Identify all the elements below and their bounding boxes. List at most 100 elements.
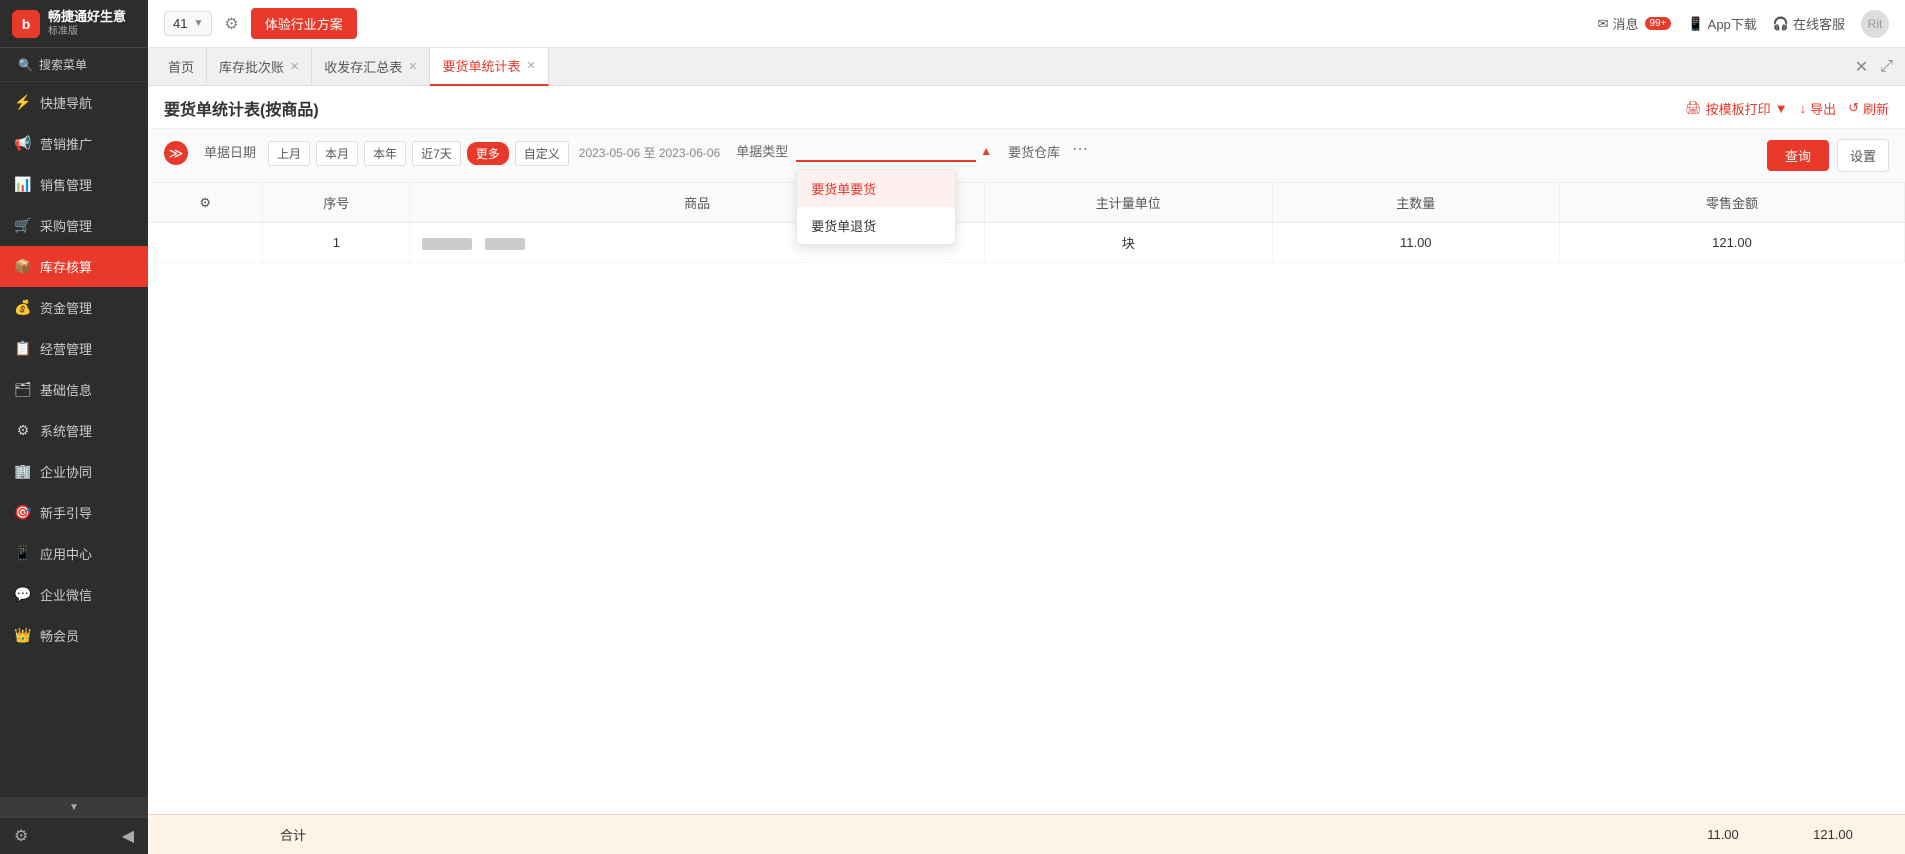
sidebar-item-quick-nav[interactable]: ⚡快捷导航 [0,82,148,123]
page-content: 要货单统计表(按商品) 🖨 按模板打印 ▼ ↓ 导出 ↺ 刷新 ≫ [148,86,1905,854]
table-wrapper: ⚙ 序号 商品 主计量单位 主数量 零售金额 1 块 11.00 121.00 [148,183,1905,814]
service-icon: 🎧 [1773,16,1789,32]
sidebar-item-wechat[interactable]: 💬企业微信 [0,574,148,615]
more-dates-button[interactable]: 更多 [467,142,509,165]
tab-label: 要货单统计表 [442,56,520,75]
tabs-controls: ✕ ⤢ [1851,53,1905,81]
user-avatar[interactable]: Rit [1861,10,1889,38]
table-row: 1 块 11.00 121.00 [148,223,1905,263]
expand-filter-button[interactable]: ≫ [164,141,188,165]
search-menu[interactable]: 🔍 搜索菜单 [0,48,148,82]
sidebar: b 畅捷通好生意 标准版 🔍 搜索菜单 ⚡快捷导航📢营销推广📊销售管理🛒采购管理… [0,0,148,854]
header-right: ✉ 消息 99+ 📱 App下载 🎧 在线客服 Rit [1598,10,1889,38]
settings-icon[interactable]: ⚙ [14,826,28,846]
sidebar-item-finance[interactable]: 💰 资金管理 [0,287,148,328]
sidebar-item-operations[interactable]: 📋 经营管理 [0,328,148,369]
footer-total-label: 合计 [280,828,306,843]
app-subtitle: 标准版 [48,25,126,38]
filter-settings-button[interactable]: 设置 [1837,139,1889,172]
tab-label: 库存批次账 [219,57,284,76]
sidebar-item-label: 营销推广 [40,134,92,153]
collapse-icon[interactable]: ◀ [122,826,134,846]
custom-date-button[interactable]: 自定义 [515,141,569,166]
tab-inventory-batch[interactable]: 库存批次账 ✕ [207,48,312,86]
chevron-down-icon: ▼ [193,18,203,29]
sidebar-item-label: 基础信息 [40,380,92,399]
sidebar-nav: ⚡快捷导航 📢 营销推广 📊销售管理🛒采购管理📦库存核算 💰 资金管理 📋 经营管理 🗂基础信息… [0,82,148,797]
export-icon: ↓ [1800,101,1807,116]
finance-icon: 💰 [14,299,32,317]
dropdown-option-order-return[interactable]: 要货单退货 [797,207,955,244]
quick-nav-icon: ⚡ [14,94,32,112]
sidebar-item-label: 销售管理 [40,175,92,194]
sidebar-item-label: 资金管理 [40,298,92,317]
query-button[interactable]: 查询 [1767,140,1829,171]
chevron-down-icon: ▼ [1775,101,1788,116]
header-settings-icon[interactable]: ⚙ [224,14,238,34]
sidebar-item-label: 采购管理 [40,216,92,235]
type-filter-wrapper: 单据类型 ▲ 要货单要货要货单退货 [736,139,992,162]
refresh-button[interactable]: ↺ 刷新 [1848,99,1889,118]
app-title: 畅捷通好生意 [48,9,126,26]
tab-close-button[interactable]: ✕ [527,59,536,72]
type-select-input[interactable] [796,139,976,162]
sidebar-bottom: ⚙ ◀ [0,817,148,854]
type-filter-select: ▲ [796,139,992,162]
tab-receivable-summary[interactable]: 收发存汇总表 ✕ [312,48,430,86]
enterprise-icon: 🏢 [14,463,32,481]
this-month-button[interactable]: 本月 [316,141,358,166]
row-settings[interactable] [148,223,263,263]
sidebar-item-label: 新手引导 [40,503,92,522]
sidebar-item-label: 经营管理 [40,339,92,358]
sidebar-item-system[interactable]: ⚙系统管理 [0,410,148,451]
col-qty-header: 主数量 [1272,183,1559,223]
sidebar-item-sales[interactable]: 📊销售管理 [0,164,148,205]
date-filter-label: 单据日期 [204,139,256,167]
messages-badge: 99+ [1645,17,1672,30]
messages-button[interactable]: ✉ 消息 99+ [1598,14,1672,33]
last-month-button[interactable]: 上月 [268,141,310,166]
tab-close-button[interactable]: ✕ [290,60,299,73]
tab-label: 收发存汇总表 [324,57,402,76]
table-header-row: ⚙ 序号 商品 主计量单位 主数量 零售金额 [148,183,1905,223]
sidebar-item-guide[interactable]: 🎯新手引导 [0,492,148,533]
company-selector[interactable]: 41 ▼ [164,11,212,36]
warehouse-more-icon[interactable]: ⋯ [1072,139,1088,159]
sidebar-item-marketing[interactable]: 📢 营销推广 [0,123,148,164]
last-7days-button[interactable]: 近7天 [412,141,461,166]
close-all-tabs-button[interactable]: ✕ [1851,53,1872,81]
type-filter-label: 单据类型 [736,141,788,160]
marketing-icon: 📢 [14,135,32,153]
date-options: 上月 本月 本年 近7天 更多 自定义 2023-05-06 至 2023-06… [268,139,720,167]
sidebar-item-enterprise[interactable]: 🏢企业协同 [0,451,148,492]
print-template-button[interactable]: 🖨 按模板打印 ▼ [1685,99,1787,118]
wechat-icon: 💬 [14,586,32,604]
export-button[interactable]: ↓ 导出 [1800,99,1837,118]
sidebar-item-member[interactable]: 👑畅会员 [0,615,148,656]
type-select-arrow-up[interactable]: ▲ [980,144,992,158]
sidebar-item-base[interactable]: 🗂基础信息 [0,369,148,410]
this-year-button[interactable]: 本年 [364,141,406,166]
tab-order-stats[interactable]: 要货单统计表 ✕ [430,48,548,86]
search-menu-label: 搜索菜单 [39,56,87,73]
operations-icon: 📋 [14,340,32,358]
tab-home[interactable]: 首页 [156,48,207,86]
search-icon: 🔍 [18,58,33,72]
expand-window-button[interactable]: ⤢ [1876,54,1897,80]
sidebar-item-purchase[interactable]: 🛒采购管理 [0,205,148,246]
page-header: 要货单统计表(按商品) 🖨 按模板打印 ▼ ↓ 导出 ↺ 刷新 [148,86,1905,129]
inventory-icon: 📦 [14,258,32,276]
company-count: 41 [173,16,187,31]
app-logo-text: 畅捷通好生意 标准版 [48,9,126,39]
trial-button[interactable]: 体验行业方案 [251,8,357,39]
row-unit: 块 [985,223,1272,263]
dropdown-option-order-goods[interactable]: 要货单要货 [797,170,955,207]
online-service-button[interactable]: 🎧 在线客服 [1773,14,1845,33]
sidebar-scroll-down[interactable]: ▼ [0,797,148,817]
sidebar-item-inventory[interactable]: 📦库存核算 [0,246,148,287]
col-unit-header: 主计量单位 [985,183,1272,223]
tab-close-button[interactable]: ✕ [408,60,417,73]
col-settings-header[interactable]: ⚙ [148,183,263,223]
sidebar-item-appstore[interactable]: 📱应用中心 [0,533,148,574]
app-download-button[interactable]: 📱 App下载 [1687,14,1756,33]
